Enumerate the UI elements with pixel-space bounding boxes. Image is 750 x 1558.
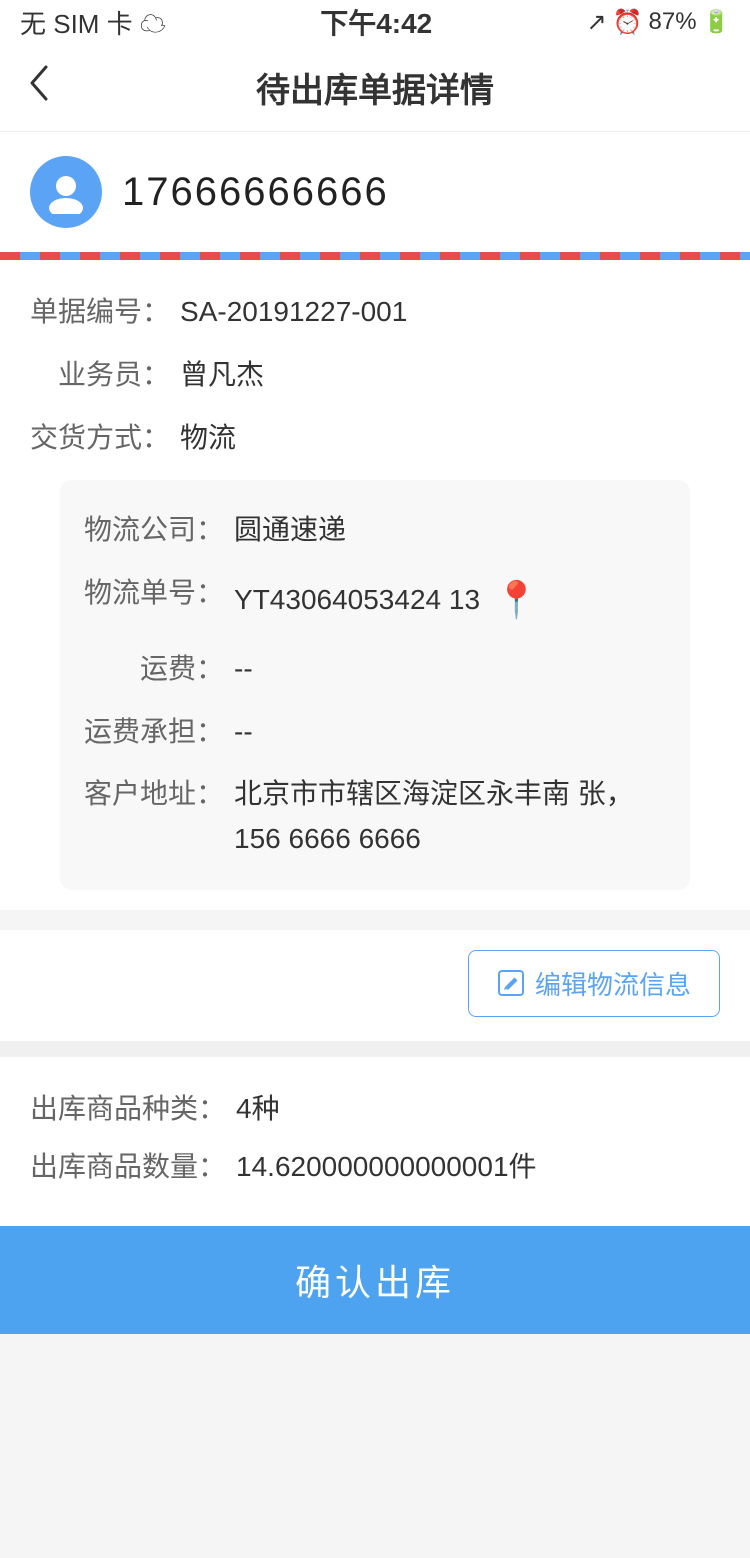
battery-status: 87%	[649, 8, 697, 36]
logistics-company-row: 物流公司： 圆通速递	[84, 508, 666, 553]
goods-category-label: 出库商品种类：	[30, 1087, 226, 1127]
logistics-address-row: 客户地址： 北京市市辖区海淀区永丰南 张，156 6666 6666	[84, 772, 666, 862]
page-title: 待出库单据详情	[256, 63, 494, 112]
goods-quantity-value: 14.620000000000001件	[236, 1145, 537, 1185]
goods-quantity-row: 出库商品数量： 14.620000000000001件	[30, 1145, 720, 1185]
logistics-freight-label: 运费：	[84, 647, 224, 692]
location-icon-status: ↗	[587, 8, 607, 37]
edit-icon	[497, 969, 525, 997]
map-pin-icon[interactable]: 📍	[494, 571, 539, 629]
logistics-tracking-label: 物流单号：	[84, 571, 224, 616]
logistics-freight-value: --	[234, 647, 666, 692]
logistics-address-label: 客户地址：	[84, 772, 224, 817]
alarm-icon: ⏰	[613, 8, 643, 37]
logistics-card: 物流公司： 圆通速递 物流单号： YT43064053424 13 📍 运费： …	[60, 480, 690, 890]
sales-person-value: 曾凡杰	[180, 353, 720, 398]
user-phone: 17666666666	[122, 170, 389, 215]
goods-section: 出库商品种类： 4种 出库商品数量： 14.620000000000001件	[0, 1057, 750, 1223]
logistics-freight-bearer-row: 运费承担： --	[84, 710, 666, 755]
sales-person-label: 业务员：	[30, 353, 170, 398]
status-left: 无 SIM 卡 ☁	[20, 4, 166, 41]
document-no-value: SA-20191227-001	[180, 290, 720, 335]
confirm-outbound-button[interactable]: 确认出库	[295, 1254, 455, 1306]
logistics-freight-bearer-label: 运费承担：	[84, 710, 224, 755]
avatar	[30, 156, 102, 228]
logistics-freight-row: 运费： --	[84, 647, 666, 692]
logistics-tracking-value: YT43064053424 13 📍	[234, 571, 666, 629]
document-no-row: 单据编号： SA-20191227-001	[30, 290, 720, 335]
status-bar: 无 SIM 卡 ☁ 下午4:42 ↗ ⏰ 87% 🔋	[0, 0, 750, 44]
status-right: ↗ ⏰ 87% 🔋	[587, 8, 730, 37]
confirm-btn-container: 确认出库	[0, 1226, 750, 1334]
edit-btn-row: 编辑物流信息	[0, 930, 750, 1041]
goods-quantity-label: 出库商品数量：	[30, 1145, 226, 1185]
nav-bar: 待出库单据详情	[0, 44, 750, 132]
status-time: 下午4:42	[320, 2, 432, 42]
battery-icon: 🔋	[703, 9, 730, 35]
basic-info-section: 单据编号： SA-20191227-001 业务员： 曾凡杰 交货方式： 物流 …	[0, 260, 750, 910]
back-button[interactable]	[28, 63, 52, 112]
logistics-address-value: 北京市市辖区海淀区永丰南 张，156 6666 6666	[234, 772, 666, 862]
sim-status: 无 SIM 卡 ☁	[20, 4, 166, 41]
user-header: 17666666666	[0, 132, 750, 252]
delivery-method-row: 交货方式： 物流	[30, 416, 720, 461]
edit-logistics-button[interactable]: 编辑物流信息	[468, 950, 720, 1017]
logistics-freight-bearer-value: --	[234, 710, 666, 755]
logistics-tracking-row: 物流单号： YT43064053424 13 📍	[84, 571, 666, 629]
sales-person-row: 业务员： 曾凡杰	[30, 353, 720, 398]
edit-logistics-label: 编辑物流信息	[535, 965, 691, 1002]
document-no-label: 单据编号：	[30, 290, 170, 335]
goods-category-row: 出库商品种类： 4种	[30, 1087, 720, 1127]
delivery-method-label: 交货方式：	[30, 416, 170, 461]
logistics-company-label: 物流公司：	[84, 508, 224, 553]
section-separator	[0, 1041, 750, 1057]
delivery-method-value: 物流	[180, 416, 720, 461]
bottom-spacer	[0, 1328, 750, 1448]
dashed-divider	[0, 252, 750, 260]
goods-category-value: 4种	[236, 1087, 280, 1127]
logistics-company-value: 圆通速递	[234, 508, 666, 553]
